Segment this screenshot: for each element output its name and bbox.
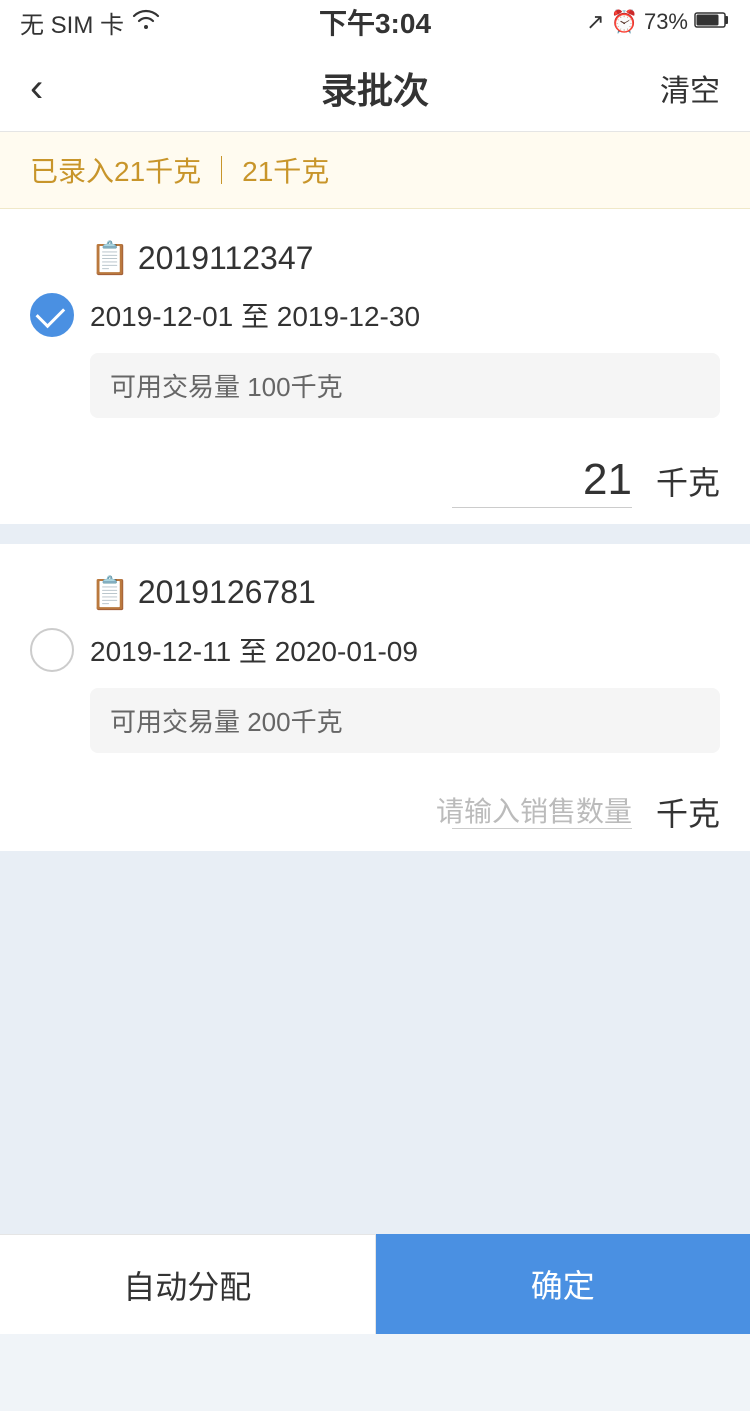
quantity-section-1: 21 千克 <box>0 438 750 524</box>
quantity-unit-1: 千克 <box>656 458 720 504</box>
batch-id-2: 2019126781 <box>138 574 316 611</box>
batch-card-1-inner: 📋 2019112347 2019-12-01 至 2019-12-30 可用交… <box>0 209 750 438</box>
info-banner: 已录入21千克 21千克 <box>0 132 750 209</box>
quantity-section-2: 请输入销售数量 千克 <box>0 773 750 851</box>
qty-input-area-2[interactable]: 请输入销售数量 <box>436 795 632 830</box>
batch-id-row-1: 📋 2019112347 <box>30 239 720 277</box>
quantity-value-1: 21 <box>583 454 632 507</box>
batch-date-row-1[interactable]: 2019-12-01 至 2019-12-30 <box>30 293 720 337</box>
batch-card-2: 📋 2019126781 2019-12-11 至 2020-01-09 可用交… <box>0 544 750 851</box>
batch-date-1: 2019-12-01 至 2019-12-30 <box>90 295 420 335</box>
status-bar-right: ↗ ⏰ 73% <box>586 9 730 35</box>
qty-input-area-1[interactable]: 21 <box>452 454 632 508</box>
batch-id-row-2: 📋 2019126781 <box>30 574 720 612</box>
banner-divider <box>221 156 222 184</box>
qty-underline-2 <box>452 828 632 829</box>
clear-button[interactable]: 清空 <box>660 66 720 110</box>
status-bar-time: 下午3:04 <box>319 2 431 42</box>
page-title: 录批次 <box>321 62 429 114</box>
qty-underline-1 <box>452 507 632 508</box>
status-bar: 无 SIM 卡 下午3:04 ↗ ⏰ 73% <box>0 0 750 44</box>
battery-icon <box>694 9 730 35</box>
quantity-placeholder-2: 请输入销售数量 <box>436 795 632 829</box>
batch-available-1: 可用交易量 100千克 <box>90 353 720 418</box>
status-bar-left: 无 SIM 卡 <box>20 5 160 40</box>
batch-radio-2[interactable] <box>30 628 74 672</box>
recorded-label: 已录入21千克 <box>30 150 201 190</box>
alarm-icon: ⏰ <box>611 9 638 35</box>
battery-text: 73% <box>644 9 688 35</box>
batch-radio-1[interactable] <box>30 293 74 337</box>
batch-date-row-2[interactable]: 2019-12-11 至 2020-01-09 <box>30 628 720 672</box>
confirm-button[interactable]: 确定 <box>376 1234 750 1334</box>
recorded-value: 21千克 <box>242 150 329 190</box>
wifi-icon <box>132 8 160 36</box>
batch-card-1: 📋 2019112347 2019-12-01 至 2019-12-30 可用交… <box>0 209 750 524</box>
batch-doc-icon-1: 📋 <box>90 239 130 277</box>
batch-doc-icon-2: 📋 <box>90 574 130 612</box>
content-area: 已录入21千克 21千克 📋 2019112347 2019-12-01 至 2… <box>0 132 750 1411</box>
batch-card-2-inner: 📋 2019126781 2019-12-11 至 2020-01-09 可用交… <box>0 544 750 773</box>
batch-id-1: 2019112347 <box>138 240 314 277</box>
batch-available-2: 可用交易量 200千克 <box>90 688 720 753</box>
auto-distribute-button[interactable]: 自动分配 <box>0 1234 376 1334</box>
quantity-unit-2: 千克 <box>656 789 720 835</box>
carrier-text: 无 SIM 卡 <box>20 5 124 40</box>
location-icon: ↗ <box>586 9 604 35</box>
batch-date-2: 2019-12-11 至 2020-01-09 <box>90 630 418 670</box>
bottom-buttons: 自动分配 确定 <box>0 1234 750 1334</box>
nav-bar: ‹ 录批次 清空 <box>0 44 750 132</box>
section-divider <box>0 524 750 544</box>
back-button[interactable]: ‹ <box>30 68 43 108</box>
